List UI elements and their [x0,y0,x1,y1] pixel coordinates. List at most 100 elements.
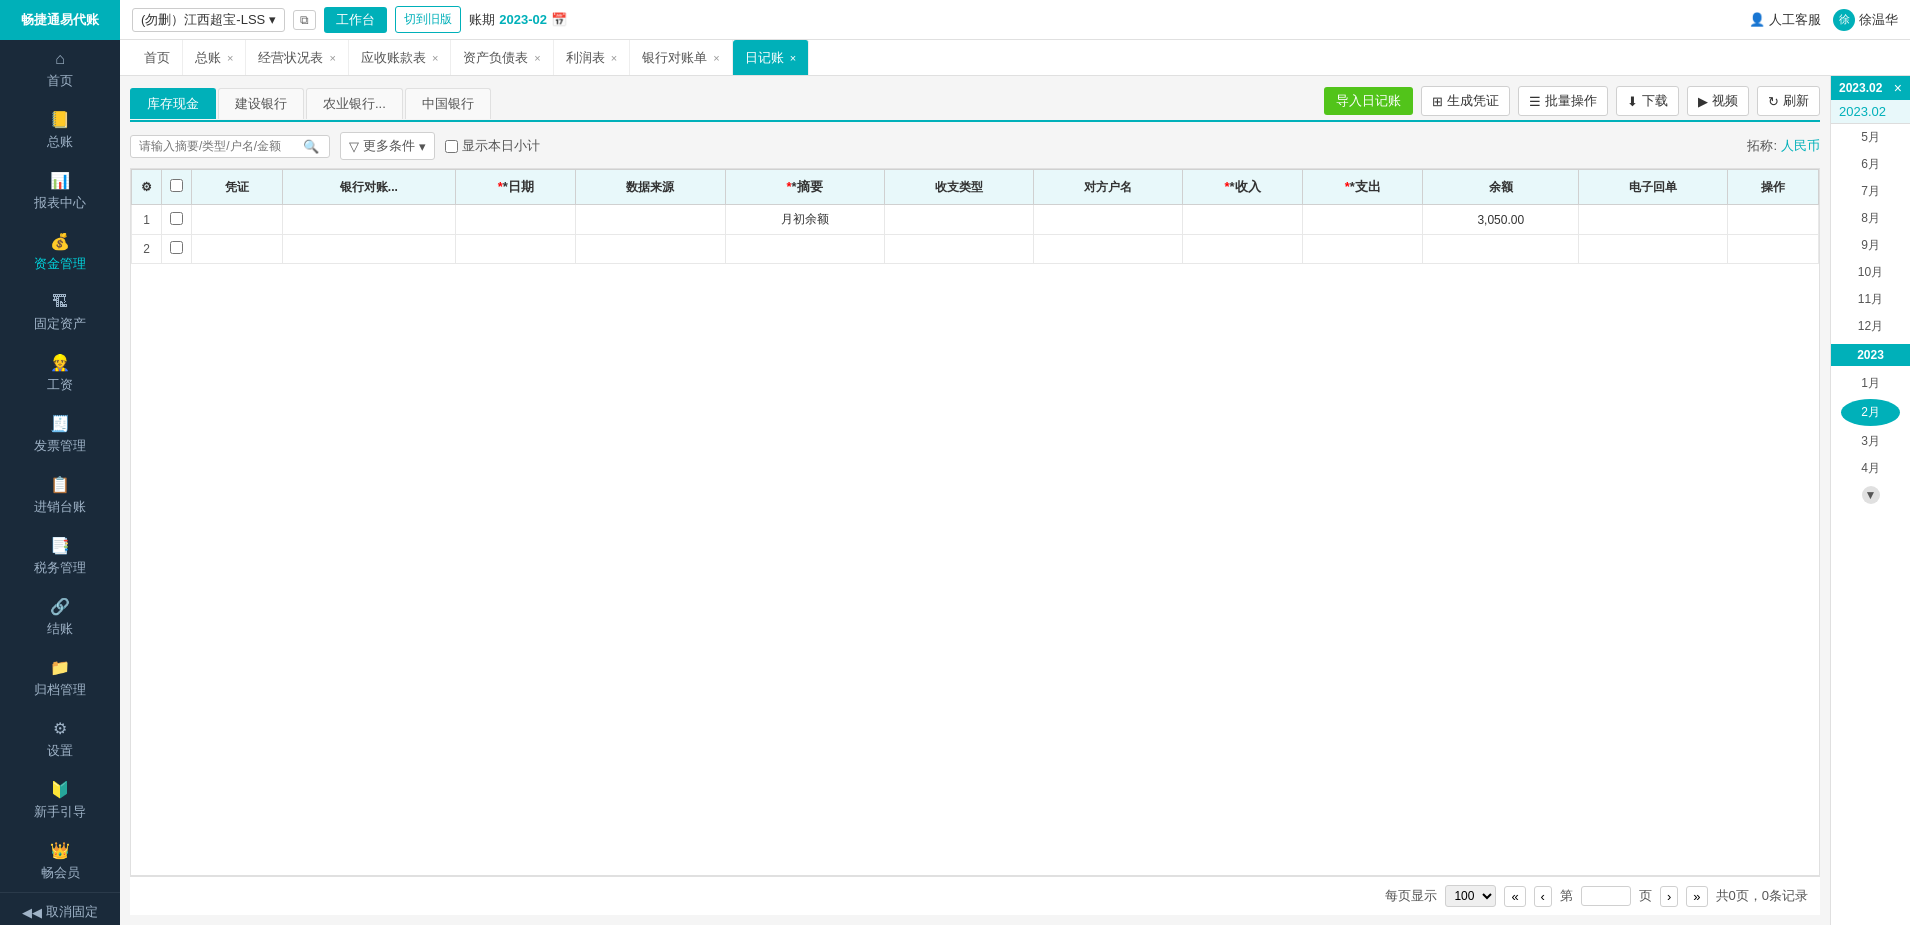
more-conditions-button[interactable]: ▽ 更多条件 ▾ [340,132,435,160]
row-checkbox[interactable] [162,205,192,235]
sidebar-item-label: 畅会员 [41,864,80,882]
per-page-select[interactable]: 100 50 200 [1445,885,1496,907]
batch-button[interactable]: ☰ 批量操作 [1518,86,1608,116]
col-action: 操作 [1728,170,1819,205]
tab-receivables[interactable]: 应收账款表 × [349,40,451,76]
video-button[interactable]: ▶ 视频 [1687,86,1749,116]
subtab-abc[interactable]: 农业银行... [306,88,403,119]
row-expense [1303,205,1423,235]
tab-journal[interactable]: 日记账 × [733,40,809,76]
gen-voucher-button[interactable]: ⊞ 生成凭证 [1421,86,1510,116]
show-today-checkbox-wrap[interactable]: 显示本日小计 [445,137,540,155]
date-month-8[interactable]: 8月 [1831,205,1910,232]
first-page-button[interactable]: « [1504,886,1525,907]
sidebar-item-assets[interactable]: 🏗 固定资产 [0,283,120,343]
date-month-3[interactable]: 3月 [1831,428,1910,455]
app-logo: 畅捷通易代账 [0,0,120,40]
row-counterpart [1033,205,1182,235]
download-button[interactable]: ⬇ 下载 [1616,86,1679,116]
customer-service[interactable]: 👤 人工客服 [1749,11,1821,29]
date-panel-close-button[interactable]: × [1894,80,1902,96]
close-icon[interactable]: × [432,52,438,64]
close-icon[interactable]: × [790,52,796,64]
row-checkbox[interactable] [162,235,192,264]
date-panel-prev[interactable]: 2023.02 [1839,104,1886,119]
date-month-7[interactable]: 7月 [1831,178,1910,205]
sidebar-item-settings[interactable]: ⚙ 设置 [0,709,120,770]
row-action[interactable] [1728,235,1819,264]
date-month-10[interactable]: 10月 [1831,259,1910,286]
show-today-checkbox[interactable] [445,140,458,153]
import-button[interactable]: 导入日记账 [1324,87,1413,115]
sidebar-item-archive[interactable]: 📁 归档管理 [0,648,120,709]
reports-icon: 📊 [50,171,70,190]
select-all-checkbox[interactable] [170,179,183,192]
row-action[interactable] [1728,205,1819,235]
col-checkbox[interactable] [162,170,192,205]
calendar-icon: 📅 [551,12,567,27]
company-selector[interactable]: (勿删）江西超宝-LSS ▾ [132,8,285,32]
sidebar-item-label: 发票管理 [34,437,86,455]
sidebar-item-guide[interactable]: 🔰 新手引导 [0,770,120,831]
search-icon[interactable]: 🔍 [303,139,319,154]
workbench-button[interactable]: 工作台 [324,7,387,33]
archive-icon: 📁 [50,658,70,677]
date-year-2023[interactable]: 2023 [1831,344,1910,366]
switch-button[interactable]: 切到旧版 [395,6,461,33]
close-icon[interactable]: × [227,52,233,64]
date-month-12[interactable]: 12月 [1831,313,1910,340]
date-month-11[interactable]: 11月 [1831,286,1910,313]
close-icon[interactable]: × [713,52,719,64]
total-records: 共0页，0条记录 [1716,887,1808,905]
sidebar-item-funds[interactable]: 💰 资金管理 [0,222,120,283]
sidebar-item-label: 归档管理 [34,681,86,699]
subtab-boc[interactable]: 中国银行 [405,88,491,119]
close-icon[interactable]: × [329,52,335,64]
sidebar-item-salary[interactable]: 👷 工资 [0,343,120,404]
close-icon[interactable]: × [611,52,617,64]
next-page-button[interactable]: › [1660,886,1678,907]
scroll-down-icon[interactable]: ▼ [1862,486,1880,504]
date-month-9[interactable]: 9月 [1831,232,1910,259]
tab-profit[interactable]: 利润表 × [554,40,630,76]
sidebar-item-tax[interactable]: 📑 税务管理 [0,526,120,587]
copy-button[interactable]: ⧉ [293,10,316,30]
sidebar-item-reports[interactable]: 📊 报表中心 [0,161,120,222]
sidebar-item-label: 总账 [47,133,73,151]
date-month-2-active[interactable]: 2月 [1841,399,1900,426]
refresh-button[interactable]: ↻ 刷新 [1757,86,1820,116]
date-month-6[interactable]: 6月 [1831,151,1910,178]
sub-tabs: 库存现金 建设银行 农业银行... 中国银行 导入日记账 ⊞ 生成凭证 ☰ 批量… [130,86,1820,122]
date-month-1[interactable]: 1月 [1831,370,1910,397]
sidebar-item-ledger[interactable]: 📒 总账 [0,100,120,161]
user-profile[interactable]: 徐 徐温华 [1833,9,1898,31]
unpin-button[interactable]: ◀◀ 取消固定 [0,892,120,925]
tab-balance-sheet[interactable]: 资产负债表 × [451,40,553,76]
prev-page-button[interactable]: ‹ [1534,886,1552,907]
col-balance: 余额 [1423,170,1579,205]
row-income [1183,205,1303,235]
sidebar-item-sales-ledger[interactable]: 📋 进销台账 [0,465,120,526]
row-bank-account [282,205,456,235]
sales-ledger-icon: 📋 [50,475,70,494]
tab-home[interactable]: 首页 [132,40,183,76]
tab-bank-statement[interactable]: 银行对账单 × [630,40,732,76]
date-month-4[interactable]: 4月 [1831,455,1910,482]
currency-link[interactable]: 人民币 [1781,137,1820,155]
close-icon[interactable]: × [534,52,540,64]
sidebar-item-closing[interactable]: 🔗 结账 [0,587,120,648]
col-expense: **支出 [1303,170,1423,205]
date-month-5[interactable]: 5月 [1831,124,1910,151]
ledger-icon: 📒 [50,110,70,129]
page-input[interactable]: 1 [1581,886,1631,906]
tab-management-report[interactable]: 经营状况表 × [246,40,348,76]
tab-ledger[interactable]: 总账 × [183,40,246,76]
search-input[interactable] [139,139,299,153]
subtab-ccb[interactable]: 建设银行 [218,88,304,119]
sidebar-item-invoice[interactable]: 🧾 发票管理 [0,404,120,465]
last-page-button[interactable]: » [1686,886,1707,907]
sidebar-item-vip[interactable]: 👑 畅会员 [0,831,120,892]
col-settings[interactable]: ⚙ [132,170,162,205]
sidebar-item-home[interactable]: ⌂ 首页 [0,40,120,100]
subtab-cash[interactable]: 库存现金 [130,88,216,119]
